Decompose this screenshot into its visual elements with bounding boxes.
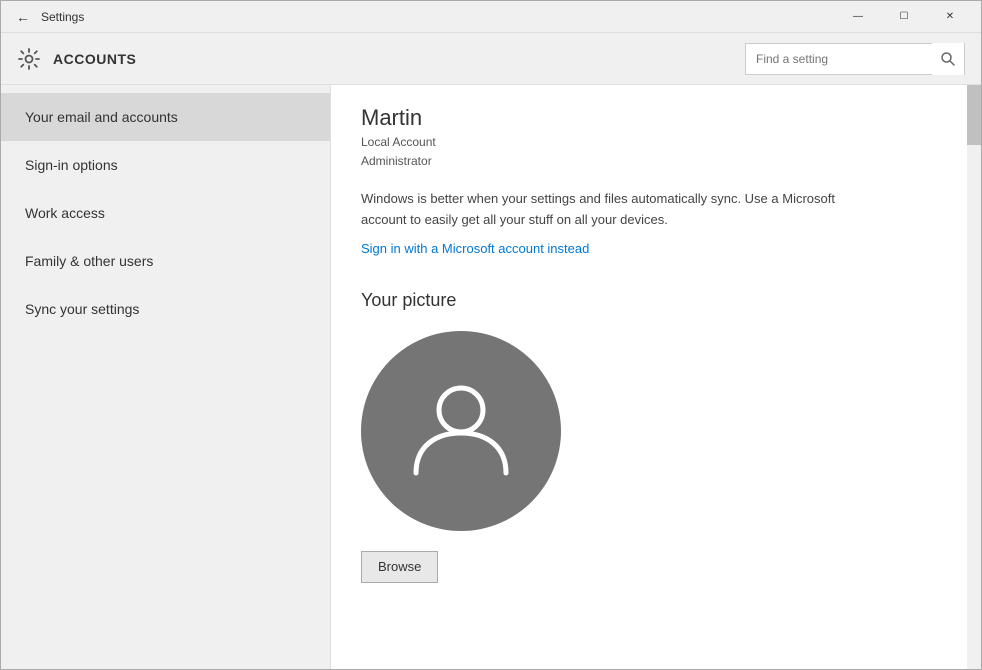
header-title: ACCOUNTS (53, 51, 745, 67)
titlebar: ← Settings — ☐ ✕ (1, 1, 981, 33)
accounts-gear-icon (17, 47, 41, 71)
sidebar-item-family[interactable]: Family & other users (1, 237, 330, 285)
avatar-container: Browse (361, 331, 951, 583)
browse-button[interactable]: Browse (361, 551, 438, 583)
sidebar-item-sign-in[interactable]: Sign-in options (1, 141, 330, 189)
titlebar-title: Settings (41, 10, 835, 24)
sync-message: Windows is better when your settings and… (361, 189, 841, 231)
titlebar-back-button[interactable]: ← (9, 3, 37, 31)
main-area: Your email and accounts Sign-in options … (1, 85, 981, 669)
scrollbar-track[interactable] (967, 85, 981, 669)
minimize-button[interactable]: — (835, 1, 881, 33)
avatar (361, 331, 561, 531)
user-avatar-icon (401, 368, 521, 493)
search-button[interactable] (932, 43, 964, 75)
search-input[interactable] (746, 52, 932, 66)
scrollbar-thumb[interactable] (967, 85, 981, 145)
titlebar-controls: — ☐ ✕ (835, 1, 973, 33)
settings-window: ← Settings — ☐ ✕ ACCOUNTS (0, 0, 982, 670)
user-type-line1: Local Account (361, 133, 951, 152)
sign-in-link[interactable]: Sign in with a Microsoft account instead (361, 241, 589, 256)
sidebar: Your email and accounts Sign-in options … (1, 85, 331, 669)
sidebar-item-your-email[interactable]: Your email and accounts (1, 93, 330, 141)
maximize-button[interactable]: ☐ (881, 1, 927, 33)
header-bar: ACCOUNTS (1, 33, 981, 85)
user-type-line2: Administrator (361, 152, 951, 171)
sidebar-item-sync[interactable]: Sync your settings (1, 285, 330, 333)
close-button[interactable]: ✕ (927, 1, 973, 33)
sidebar-item-work-access[interactable]: Work access (1, 189, 330, 237)
picture-section-title: Your picture (361, 290, 951, 311)
user-name: Martin (361, 105, 951, 131)
search-box (745, 43, 965, 75)
content-area: Martin Local Account Administrator Windo… (331, 85, 981, 669)
